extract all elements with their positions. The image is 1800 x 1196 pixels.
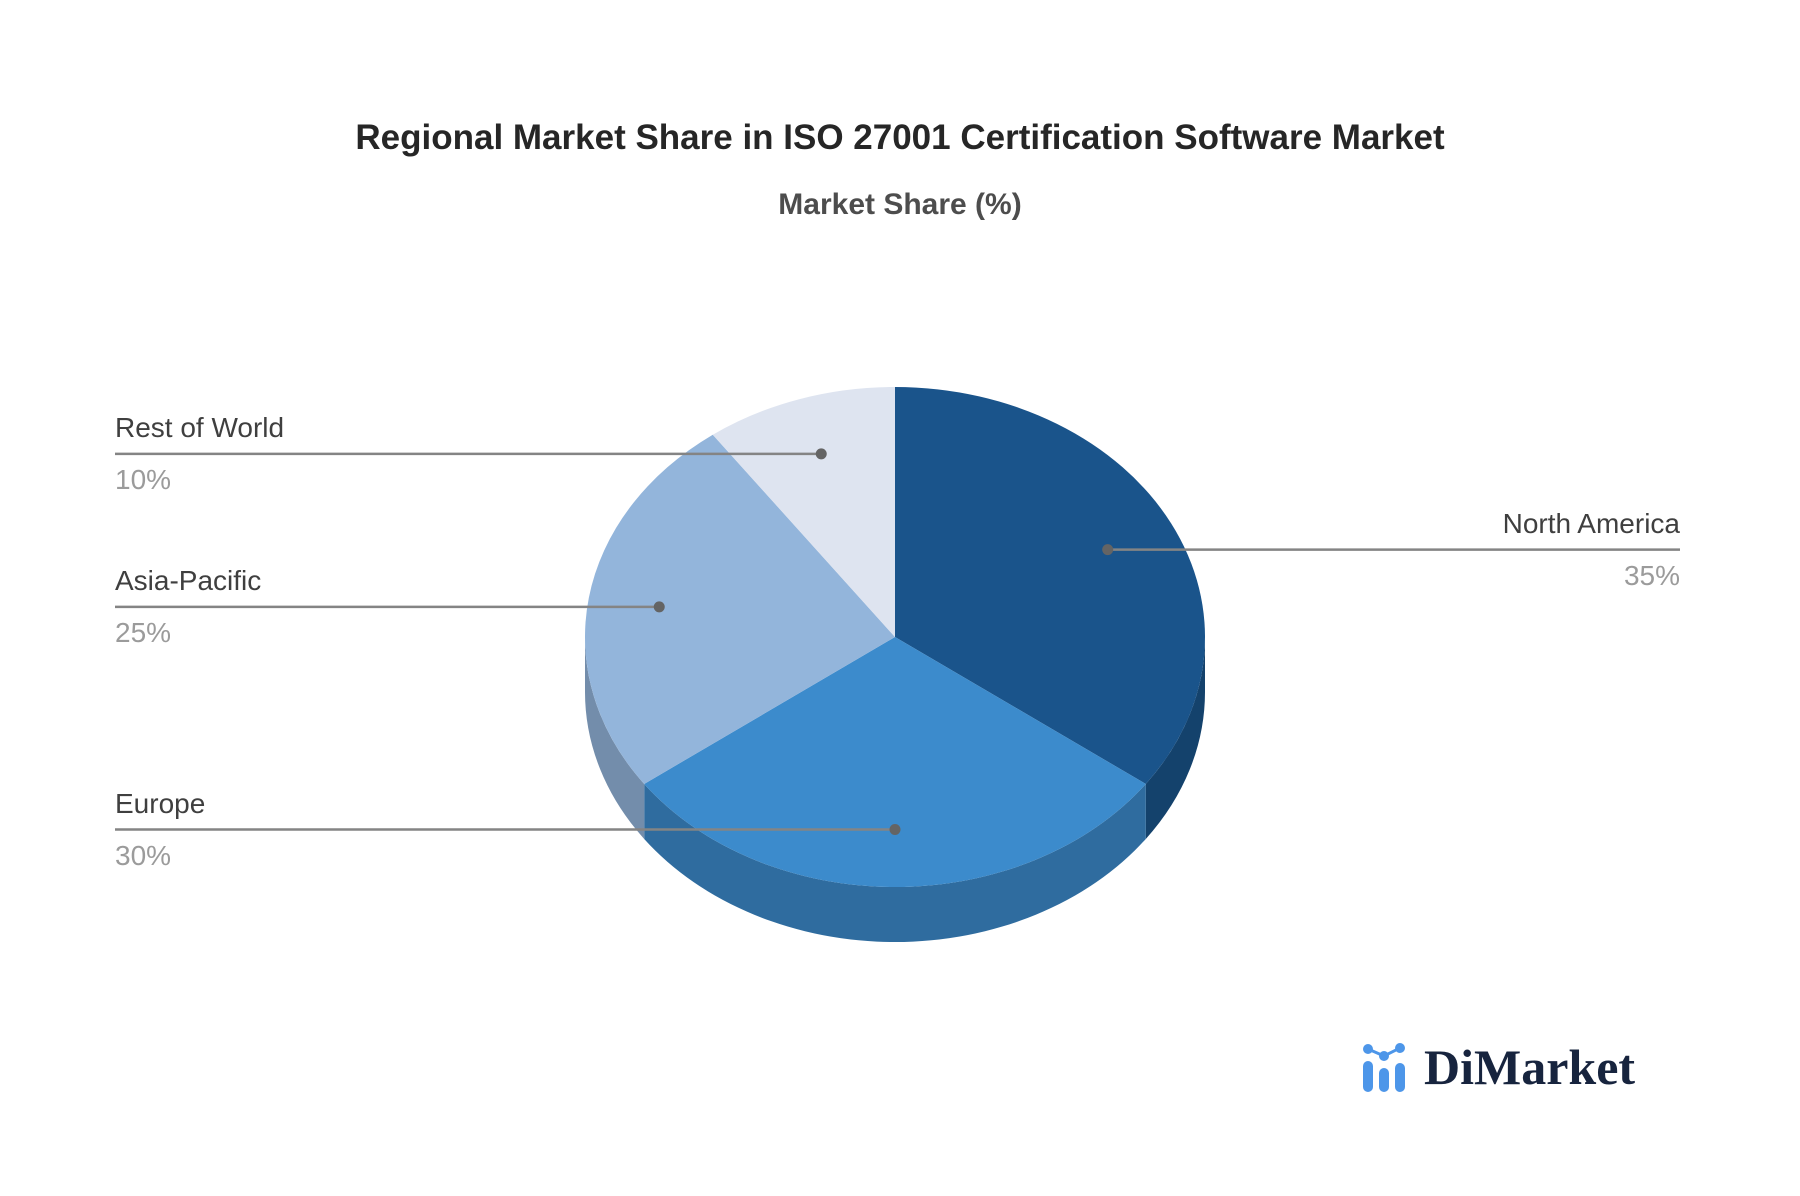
brand-logo: DiMarket xyxy=(1360,1040,1635,1092)
slice-value-europe: 30% xyxy=(115,839,172,871)
slice-name-europe: Europe xyxy=(115,787,206,819)
slice-name-asia-pacific: Asia-Pacific xyxy=(115,564,262,596)
slice-value-asia-pacific: 25% xyxy=(115,616,172,648)
chart-canvas: Regional Market Share in ISO 27001 Certi… xyxy=(0,0,1800,1196)
logo-bars-icon xyxy=(1363,1043,1405,1092)
leader-dot-rest-of-world xyxy=(815,448,827,460)
leader-dot-asia-pacific xyxy=(653,601,665,613)
leader-dot-north-america xyxy=(1102,544,1114,556)
slice-value-north-america: 35% xyxy=(1623,559,1680,591)
pie-chart-3d xyxy=(115,387,1680,942)
slice-name-rest-of-world: Rest of World xyxy=(115,411,285,443)
logo-wordmark: DiMarket xyxy=(1424,1039,1636,1095)
slice-name-north-america: North America xyxy=(1502,507,1680,539)
leader-dot-europe xyxy=(889,824,901,835)
slice-value-rest-of-world: 10% xyxy=(115,463,172,495)
